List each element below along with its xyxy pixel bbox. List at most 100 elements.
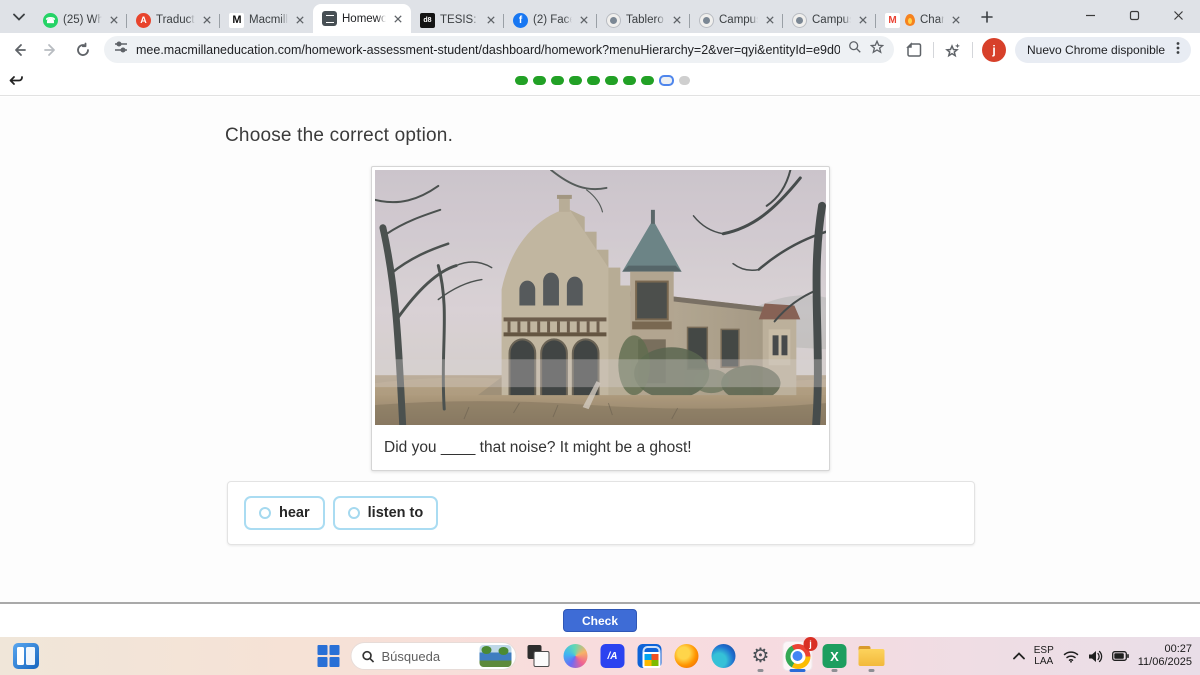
tab-close-icon[interactable] — [670, 13, 684, 27]
tab-whatsapp[interactable]: (25) Whats — [34, 7, 127, 33]
menu-kebab-icon[interactable] — [1171, 41, 1185, 58]
tab-close-icon[interactable] — [391, 12, 405, 26]
minimize-button[interactable] — [1068, 0, 1112, 30]
start-button[interactable] — [314, 641, 344, 671]
ia-app-button[interactable] — [598, 641, 628, 671]
tab-facebook[interactable]: (2) Facebo — [503, 7, 597, 33]
excel-button[interactable] — [820, 641, 850, 672]
tab-list: (25) Whats Traductor Macmillan Homework — [34, 0, 969, 33]
settings-button[interactable]: ⚙ — [746, 641, 776, 672]
tab-close-icon[interactable] — [484, 13, 498, 27]
restore-button[interactable] — [1112, 0, 1156, 30]
radio-icon — [347, 507, 360, 519]
tab-title: Macmillan — [249, 14, 288, 26]
close-window-button[interactable] — [1156, 0, 1200, 30]
bookmark-star-icon[interactable] — [869, 39, 885, 59]
profile-avatar[interactable]: j — [982, 37, 1006, 62]
volume-icon[interactable] — [1088, 650, 1103, 663]
toolbar-separator — [933, 41, 934, 58]
progress-dot-done[interactable] — [605, 76, 618, 85]
search-icon — [362, 650, 375, 663]
tab-title: Charla — [920, 14, 944, 26]
option-hear-button[interactable]: hear — [244, 496, 325, 530]
progress-dot-done[interactable] — [587, 76, 600, 85]
tab-title: Traductor — [156, 14, 195, 26]
taskbar-clock[interactable]: 00:27 11/06/2025 — [1138, 643, 1192, 669]
task-view-button[interactable] — [524, 641, 554, 671]
progress-dot-done[interactable] — [515, 76, 528, 85]
microsoft-store-button[interactable] — [635, 641, 665, 671]
tab-search-chevron-icon[interactable] — [6, 4, 32, 30]
progress-dot-done[interactable] — [623, 76, 636, 85]
tab-traductor[interactable]: Traductor — [126, 7, 220, 33]
task-view-icon — [527, 645, 550, 667]
toolbar-separator — [972, 41, 973, 58]
progress-dot-upcoming[interactable] — [679, 76, 690, 85]
firefox-button[interactable] — [672, 641, 702, 671]
option-listen-to-button[interactable]: listen to — [332, 496, 439, 530]
tab-title: TESIS: TEO — [440, 14, 479, 26]
tab-close-icon[interactable] — [107, 13, 121, 27]
language-line1: ESP — [1033, 645, 1054, 656]
forward-icon[interactable] — [38, 37, 64, 63]
tab-tablero[interactable]: Tablero — [596, 7, 690, 33]
tab-campus-2[interactable]: Campus V — [782, 7, 876, 33]
tab-homework-active[interactable]: Homework — [313, 4, 411, 33]
battery-icon[interactable] — [1111, 651, 1129, 661]
progress-dot-done[interactable] — [551, 76, 564, 85]
wifi-icon[interactable] — [1063, 650, 1079, 663]
tab-close-icon[interactable] — [200, 13, 214, 27]
address-bar[interactable]: mee.macmillaneducation.com/homework-asse… — [104, 36, 894, 63]
side-panel-icon[interactable] — [904, 40, 924, 60]
tab-close-icon[interactable] — [763, 13, 777, 27]
tab-campus-1[interactable]: Campus V — [689, 7, 783, 33]
site-info-icon[interactable] — [114, 40, 128, 59]
windows-taskbar: Búsqueda ⚙ j ESP LAA — [0, 637, 1200, 675]
file-explorer-button[interactable] — [857, 641, 887, 672]
progress-dot-done[interactable] — [641, 76, 654, 85]
extensions-star-icon[interactable] — [943, 40, 963, 60]
tray-chevron-up-icon[interactable] — [1012, 652, 1025, 660]
tab-close-icon[interactable] — [949, 13, 963, 27]
copilot-icon — [563, 644, 588, 668]
tab-gmail-charla[interactable]: Charla — [875, 7, 969, 33]
tab-close-icon[interactable] — [856, 13, 870, 27]
back-to-list-icon[interactable] — [6, 71, 26, 91]
taskbar-center-icons: Búsqueda ⚙ j — [314, 637, 887, 675]
browser-tab-strip: (25) Whats Traductor Macmillan Homework — [0, 0, 1200, 33]
gear-icon: ⚙ — [751, 645, 770, 667]
macmillan-favicon-icon — [229, 12, 244, 28]
search-in-page-icon[interactable] — [848, 40, 862, 59]
progress-dot-done[interactable] — [569, 76, 582, 85]
check-button[interactable]: Check — [563, 609, 637, 632]
new-tab-button[interactable] — [975, 5, 999, 29]
taskbar-search-field[interactable]: Búsqueda — [350, 642, 517, 670]
tab-tesis[interactable]: TESIS: TEO — [411, 7, 504, 33]
browser-toolbar: mee.macmillaneducation.com/homework-asse… — [0, 33, 1200, 66]
option-label: hear — [279, 505, 310, 521]
campus-favicon-icon — [699, 12, 714, 28]
exercise-title: Choose the correct option. — [225, 125, 454, 146]
reload-icon[interactable] — [70, 37, 96, 63]
exercise-footer: Check — [0, 602, 1200, 637]
exercise-content: Choose the correct option. Did you ____ … — [0, 97, 1200, 602]
language-indicator[interactable]: ESP LAA — [1034, 645, 1054, 667]
widgets-icon[interactable] — [13, 643, 39, 669]
progress-dot-done[interactable] — [533, 76, 546, 85]
tab-macmillan[interactable]: Macmillan — [219, 7, 313, 33]
url-text[interactable]: mee.macmillaneducation.com/homework-asse… — [136, 43, 840, 57]
edge-button[interactable] — [709, 641, 739, 671]
firefox-icon — [674, 644, 699, 668]
system-tray: ESP LAA 00:27 11/06/2025 — [1012, 637, 1192, 675]
toolbar-right-cluster: j Nuevo Chrome disponible — [904, 36, 1192, 63]
translator-favicon-icon — [136, 12, 151, 28]
bing-daily-image[interactable] — [479, 645, 512, 667]
copilot-button[interactable] — [561, 641, 591, 671]
chrome-update-button[interactable]: Nuevo Chrome disponible — [1015, 36, 1192, 63]
tab-title: (25) Whats — [63, 14, 102, 26]
progress-dot-current[interactable] — [659, 75, 674, 86]
tab-close-icon[interactable] — [293, 13, 307, 27]
back-icon[interactable] — [6, 37, 32, 63]
chrome-button-active[interactable]: j — [782, 637, 818, 672]
tab-close-icon[interactable] — [577, 13, 591, 27]
